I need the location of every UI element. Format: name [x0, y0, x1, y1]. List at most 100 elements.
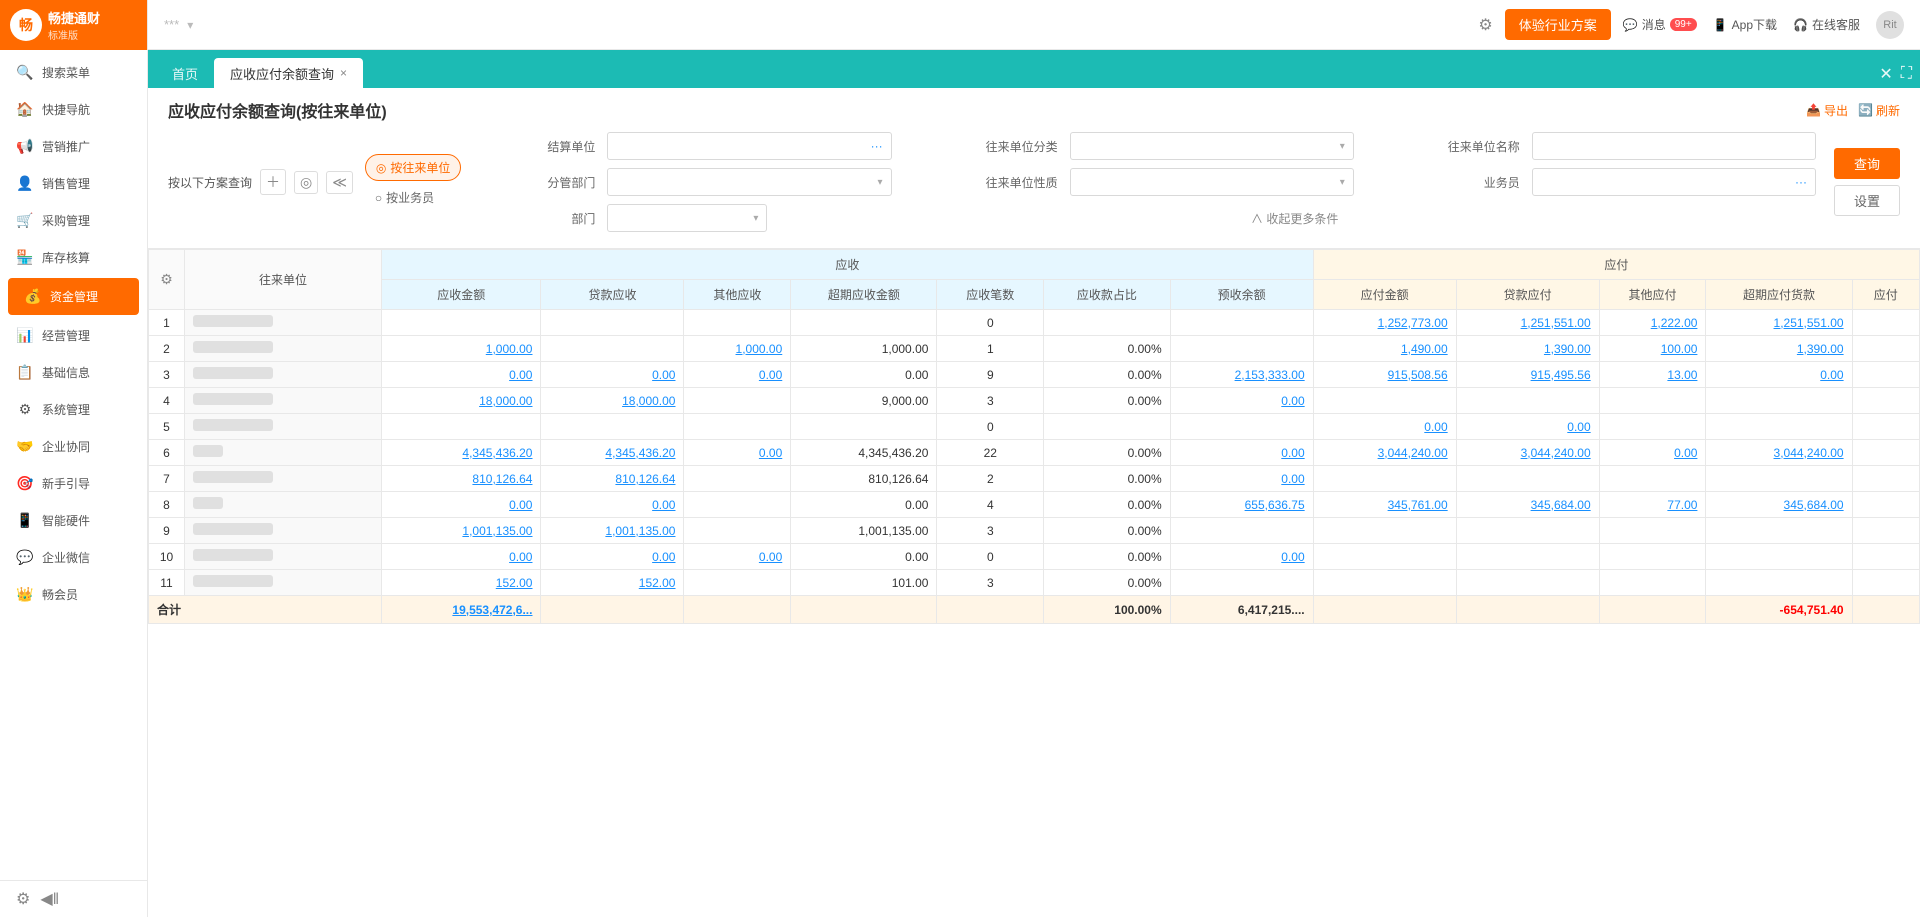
- col-rec-ratio: 应收款占比: [1044, 280, 1170, 310]
- add-scheme-icon[interactable]: ＋: [260, 169, 286, 195]
- settings-button[interactable]: 设置: [1834, 185, 1900, 216]
- collab-label: 企业协同: [42, 438, 90, 455]
- table-row: 21,000.001,000.001,000.0010.00%1,490.001…: [149, 336, 1920, 362]
- finance-label: 资金管理: [50, 288, 98, 305]
- scheme-by-salesperson[interactable]: ○ 按业务员: [365, 185, 462, 210]
- sidebar-item-sales[interactable]: 👤 销售管理: [0, 165, 147, 202]
- message-icon: 💬: [1623, 18, 1638, 32]
- sidebar-nav: 🔍 搜索菜单 🏠 快捷导航 📢 营销推广 👤 销售管理 🛒 采购管理 🏪 库存核…: [0, 50, 147, 880]
- table-row: 91,001,135.001,001,135.001,001,135.0030.…: [149, 518, 1920, 544]
- col-receivable-group: 应收: [382, 250, 1314, 280]
- sidebar-item-marketing[interactable]: 📢 营销推广: [0, 128, 147, 165]
- salesperson-input[interactable]: ···: [1532, 168, 1816, 196]
- footer-label: 合计: [149, 596, 382, 624]
- member-label: 畅会员: [42, 586, 78, 603]
- user-avatar[interactable]: Rit: [1876, 11, 1904, 39]
- dept-input[interactable]: ▾: [607, 168, 891, 196]
- partner-name-input[interactable]: [1532, 132, 1816, 160]
- finance-icon: 💰: [24, 288, 42, 305]
- guide-label: 新手引导: [42, 475, 90, 492]
- smart-hw-label: 智能硬件: [42, 512, 90, 529]
- header-actions: 💬 消息 99+ 📱 App下载 🎧 在线客服 Rit: [1623, 11, 1904, 39]
- more-scheme-icon[interactable]: ≪: [326, 171, 353, 194]
- tab-close-window-icon[interactable]: ✕: [1879, 64, 1892, 84]
- sidebar-item-member[interactable]: 👑 畅会员: [0, 576, 147, 613]
- sidebar-item-wechat[interactable]: 💬 企业微信: [0, 539, 147, 576]
- basic-info-label: 基础信息: [42, 364, 90, 381]
- sidebar-item-basic-info[interactable]: 📋 基础信息: [0, 354, 147, 391]
- settlement-unit-input[interactable]: ···: [607, 132, 891, 160]
- avatar-image: Rit: [1876, 11, 1904, 39]
- sidebar-settings-icon[interactable]: ⚙: [16, 889, 30, 909]
- breadcrumb: *** ▾: [164, 17, 1466, 32]
- messages-action[interactable]: 💬 消息 99+: [1623, 16, 1697, 33]
- partner-category-input[interactable]: ▾: [1070, 132, 1354, 160]
- tab-receivable-query[interactable]: 应收应付余额查询 ×: [214, 58, 363, 88]
- sidebar-item-operation[interactable]: 📊 经营管理: [0, 317, 147, 354]
- sales-icon: 👤: [16, 175, 34, 192]
- export-icon: 📤: [1806, 103, 1821, 117]
- user-initials: Rit: [1883, 19, 1896, 31]
- tab-home-label: 首页: [172, 64, 198, 83]
- sidebar: 畅 畅捷通财 标准版 🔍 搜索菜单 🏠 快捷导航 📢 营销推广 👤 销售管理 🛒…: [0, 0, 148, 917]
- header: *** ▾ ⚙ 体验行业方案 💬 消息 99+ 📱 App下载 🎧 在线客服 R…: [148, 0, 1920, 50]
- sales-label: 销售管理: [42, 175, 90, 192]
- sidebar-item-inventory[interactable]: 🏪 库存核算: [0, 239, 147, 276]
- breadcrumb-text: ***: [164, 17, 179, 32]
- app-download-icon: 📱: [1713, 18, 1728, 32]
- salesperson-scheme-icon: ○: [375, 191, 382, 205]
- online-service-action[interactable]: 🎧 在线客服: [1793, 16, 1860, 33]
- tab-close-icon[interactable]: ×: [340, 66, 347, 80]
- unit-dept-input[interactable]: ▾: [607, 204, 767, 232]
- operation-label: 经营管理: [42, 327, 90, 344]
- export-button[interactable]: 📤 导出: [1806, 102, 1848, 119]
- sidebar-item-collab[interactable]: 🤝 企业协同: [0, 428, 147, 465]
- table-container[interactable]: ⚙ 往来单位 应收 应付 应收金额 贷款应收 其他应收 超期应收金额 应收笔数 …: [148, 249, 1920, 917]
- system-label: 系统管理: [42, 401, 90, 418]
- logo-icon: 畅: [10, 9, 42, 41]
- sidebar-item-system[interactable]: ⚙ 系统管理: [0, 391, 147, 428]
- settlement-unit-label: 结算单位: [481, 138, 601, 155]
- header-gear-icon[interactable]: ⚙: [1478, 15, 1492, 35]
- online-service-icon: 🎧: [1793, 18, 1808, 32]
- table-footer-row: 合计 19,553,472,6... 100.00% 6,417,215....…: [149, 596, 1920, 624]
- partner-nature-label: 往来单位性质: [944, 174, 1064, 191]
- quick-nav-icon: 🏠: [16, 101, 34, 118]
- inventory-label: 库存核算: [42, 249, 90, 266]
- sidebar-collapse-icon[interactable]: ◀‖: [40, 889, 59, 909]
- scheme-by-partner[interactable]: ◎ 按往来单位: [365, 154, 462, 181]
- sidebar-item-purchase[interactable]: 🛒 采购管理: [0, 202, 147, 239]
- col-settings-icon[interactable]: ⚙: [149, 250, 185, 310]
- footer-rec-total[interactable]: 19,553,472,6...: [382, 596, 541, 624]
- dept-label: 分管部门: [481, 174, 601, 191]
- tab-maximize-icon[interactable]: ⛶: [1901, 65, 1912, 83]
- footer-pay-overdue: -654,751.40: [1706, 596, 1852, 624]
- table-row: 11152.00152.00101.0030.00%: [149, 570, 1920, 596]
- col-rec-other: 其他应收: [684, 280, 791, 310]
- collapse-btn[interactable]: ∧ 收起更多条件: [773, 210, 1816, 227]
- col-pay-rest: 应付: [1852, 280, 1919, 310]
- unit-dept-label: 部门: [481, 210, 601, 227]
- marketing-label: 营销推广: [42, 138, 90, 155]
- sidebar-item-quick-nav[interactable]: 🏠 快捷导航: [0, 91, 147, 128]
- solution-button[interactable]: 体验行业方案: [1505, 9, 1611, 40]
- online-service-label: 在线客服: [1812, 16, 1860, 33]
- query-button[interactable]: 查询: [1834, 148, 1900, 179]
- sidebar-item-finance[interactable]: 💰 资金管理: [8, 278, 139, 315]
- col-rec-loan: 贷款应收: [541, 280, 684, 310]
- quick-nav-label: 快捷导航: [42, 101, 90, 118]
- app-download-action[interactable]: 📱 App下载: [1713, 16, 1777, 33]
- breadcrumb-arrow: ▾: [187, 18, 193, 32]
- tab-home[interactable]: 首页: [156, 58, 214, 88]
- refresh-button[interactable]: 🔄 刷新: [1858, 102, 1900, 119]
- sidebar-logo: 畅 畅捷通财 标准版: [0, 0, 147, 50]
- edit-scheme-icon[interactable]: ◎: [294, 171, 318, 194]
- partner-nature-input[interactable]: ▾: [1070, 168, 1354, 196]
- table-row: 500.000.00: [149, 414, 1920, 440]
- sidebar-item-search-menu[interactable]: 🔍 搜索菜单: [0, 54, 147, 91]
- partner-scheme-label: 按往来单位: [390, 159, 450, 176]
- sidebar-item-guide[interactable]: 🎯 新手引导: [0, 465, 147, 502]
- table-row: 418,000.0018,000.009,000.0030.00%0.00: [149, 388, 1920, 414]
- member-icon: 👑: [16, 586, 34, 603]
- sidebar-item-smart-hw[interactable]: 📱 智能硬件: [0, 502, 147, 539]
